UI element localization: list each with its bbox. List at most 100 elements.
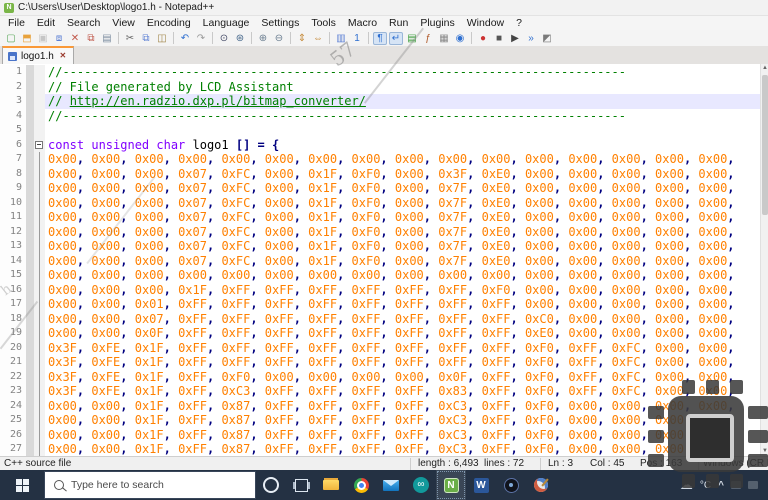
scroll-down-icon[interactable]: ▼ [761, 447, 768, 456]
word-taskbar-icon[interactable] [466, 470, 496, 500]
zoom-in-icon[interactable]: ⊕ [256, 32, 270, 45]
code-line-5[interactable]: 5 [0, 123, 760, 138]
undo-icon[interactable]: ↶ [178, 32, 192, 45]
code-line-9[interactable]: 9 0x00, 0x00, 0x00, 0x07, 0xFC, 0x00, 0x1… [0, 181, 760, 196]
sync-scroll-v-icon[interactable]: ⇕ [295, 32, 309, 45]
code-line-13[interactable]: 13 0x00, 0x00, 0x00, 0x07, 0xFC, 0x00, 0x… [0, 239, 760, 254]
code-line-17[interactable]: 17 0x00, 0x00, 0x01, 0xFF, 0xFF, 0xFF, 0x… [0, 297, 760, 312]
bookmark-margin[interactable] [26, 137, 34, 152]
code-line-14[interactable]: 14 0x00, 0x00, 0x00, 0x07, 0xFC, 0x00, 0x… [0, 253, 760, 268]
bookmark-margin[interactable] [26, 413, 34, 428]
menu-view[interactable]: View [106, 16, 141, 30]
cut-icon[interactable]: ✂ [123, 32, 137, 45]
menu-language[interactable]: Language [197, 16, 256, 30]
close-file-icon[interactable]: ✕ [68, 32, 82, 45]
close-all-icon[interactable]: ⧉ [84, 32, 98, 45]
word-wrap-icon[interactable]: ↵ [389, 31, 403, 45]
notepad-plus-plus-taskbar-icon[interactable] [436, 470, 466, 500]
code-line-8[interactable]: 8 0x00, 0x00, 0x00, 0x07, 0xFC, 0x00, 0x1… [0, 166, 760, 181]
bookmark-margin[interactable] [26, 369, 34, 384]
task-view-taskbar-icon[interactable] [286, 470, 316, 500]
bookmark-margin[interactable] [26, 210, 34, 225]
chrome-taskbar-icon[interactable] [346, 470, 376, 500]
macro-save-icon[interactable]: ◩ [540, 32, 554, 45]
weather-icon[interactable]: ☁ [680, 477, 693, 493]
paste-icon[interactable]: ◫ [155, 32, 169, 45]
code-line-18[interactable]: 18 0x00, 0x00, 0x07, 0xFF, 0xFF, 0xFF, 0x… [0, 311, 760, 326]
single-view-icon[interactable]: 1 [350, 32, 364, 45]
open-file-icon[interactable]: ⬒ [20, 32, 34, 45]
code-line-26[interactable]: 26 0x00, 0x00, 0x1F, 0xFF, 0x87, 0xFF, 0x… [0, 427, 760, 442]
code-line-11[interactable]: 11 0x00, 0x00, 0x00, 0x07, 0xFC, 0x00, 0x… [0, 210, 760, 225]
bookmark-margin[interactable] [26, 123, 34, 138]
taskbar-search[interactable]: Type here to search [44, 471, 256, 499]
bookmark-margin[interactable] [26, 108, 34, 123]
bookmark-margin[interactable] [26, 65, 34, 80]
macro-stop-icon[interactable]: ■ [492, 32, 506, 45]
function-list-icon[interactable]: ƒ [421, 32, 435, 45]
bookmark-margin[interactable] [26, 268, 34, 283]
bookmark-margin[interactable] [26, 224, 34, 239]
bookmark-margin[interactable] [26, 355, 34, 370]
code-line-4[interactable]: 4 //-------------------------------------… [0, 108, 760, 123]
arduino-taskbar-icon[interactable] [406, 470, 436, 500]
split-view-icon[interactable]: ▥ [334, 32, 348, 45]
code-line-22[interactable]: 22 0x3F, 0xFE, 0x1F, 0xFF, 0xF0, 0x00, 0x… [0, 369, 760, 384]
bookmark-margin[interactable] [26, 79, 34, 94]
copy-icon[interactable]: ⧉ [139, 32, 153, 45]
code-line-15[interactable]: 15 0x00, 0x00, 0x00, 0x00, 0x00, 0x00, 0x… [0, 268, 760, 283]
macro-play-icon[interactable]: ▶ [508, 32, 522, 45]
find-icon[interactable]: ⊙ [217, 32, 231, 45]
menu-file[interactable]: File [2, 16, 31, 30]
code-line-19[interactable]: 19 0x00, 0x00, 0x0F, 0xFF, 0xFF, 0xFF, 0x… [0, 326, 760, 341]
code-line-21[interactable]: 21 0x3F, 0xFE, 0x1F, 0xFF, 0xFF, 0xFF, 0x… [0, 355, 760, 370]
menu-settings[interactable]: Settings [255, 16, 305, 30]
bookmark-margin[interactable] [26, 94, 34, 109]
menu-encoding[interactable]: Encoding [141, 16, 197, 30]
code-editor[interactable]: 1 //-------------------------------------… [0, 64, 760, 456]
doc-map-icon[interactable]: ▦ [437, 32, 451, 45]
code-line-7[interactable]: 7 0x00, 0x00, 0x00, 0x00, 0x00, 0x00, 0x0… [0, 152, 760, 167]
hidden-icons-chevron[interactable]: ^ [718, 480, 724, 491]
macro-run-multiple-icon[interactable]: » [524, 32, 538, 45]
bookmark-margin[interactable] [26, 195, 34, 210]
bookmark-margin[interactable] [26, 398, 34, 413]
replace-icon[interactable]: ⊛ [233, 32, 247, 45]
code-line-10[interactable]: 10 0x00, 0x00, 0x00, 0x07, 0xFC, 0x00, 0x… [0, 195, 760, 210]
tab-close-icon[interactable]: ✕ [58, 51, 68, 61]
paint-taskbar-icon[interactable] [526, 470, 556, 500]
code-line-27[interactable]: 27 0x00, 0x00, 0x1F, 0xFF, 0x87, 0xFF, 0x… [0, 442, 760, 456]
bookmark-margin[interactable] [26, 340, 34, 355]
save-file-icon[interactable]: ▣ [36, 32, 50, 45]
photos-taskbar-icon[interactable] [496, 470, 526, 500]
bookmark-margin[interactable] [26, 166, 34, 181]
doc-switcher-icon[interactable]: ◉ [453, 32, 467, 45]
menu-run[interactable]: Run [383, 16, 414, 30]
bookmark-margin[interactable] [26, 282, 34, 297]
cortana-taskbar-icon[interactable] [256, 470, 286, 500]
print-icon[interactable]: ▤ [100, 32, 114, 45]
sync-scroll-h-icon[interactable]: ⇔ [311, 32, 325, 45]
mail-taskbar-icon[interactable] [376, 470, 406, 500]
bookmark-margin[interactable] [26, 427, 34, 442]
file-explorer-taskbar-icon[interactable] [316, 470, 346, 500]
code-line-3[interactable]: 3 // http://en.radzio.dxp.pl/bitmap_conve… [0, 94, 760, 109]
code-line-20[interactable]: 20 0x3F, 0xFE, 0x1F, 0xFF, 0xFF, 0xFF, 0x… [0, 340, 760, 355]
tab-logo1-h[interactable]: logo1.h ✕ [2, 46, 74, 64]
bookmark-margin[interactable] [26, 326, 34, 341]
fold-collapse-icon[interactable] [35, 140, 43, 149]
code-line-25[interactable]: 25 0x00, 0x00, 0x1F, 0xFF, 0x87, 0xFF, 0x… [0, 413, 760, 428]
code-line-1[interactable]: 1 //-------------------------------------… [0, 65, 760, 80]
new-file-icon[interactable]: ▢ [4, 32, 18, 45]
bookmark-margin[interactable] [26, 442, 34, 456]
save-all-icon[interactable]: ⧈ [52, 32, 66, 45]
show-all-chars-icon[interactable]: ¶ [373, 31, 387, 45]
bookmark-margin[interactable] [26, 253, 34, 268]
redo-icon[interactable]: ↷ [194, 32, 208, 45]
editor-scrollbar[interactable]: ▲ ▼ [760, 64, 768, 456]
code-line-24[interactable]: 24 0x00, 0x00, 0x1F, 0xFF, 0x87, 0xFF, 0x… [0, 398, 760, 413]
macro-record-icon[interactable]: ● [476, 32, 490, 45]
code-line-6[interactable]: 6 const unsigned char logo1 [] = { [0, 137, 760, 152]
menu-search[interactable]: Search [61, 16, 106, 30]
bookmark-margin[interactable] [26, 152, 34, 167]
